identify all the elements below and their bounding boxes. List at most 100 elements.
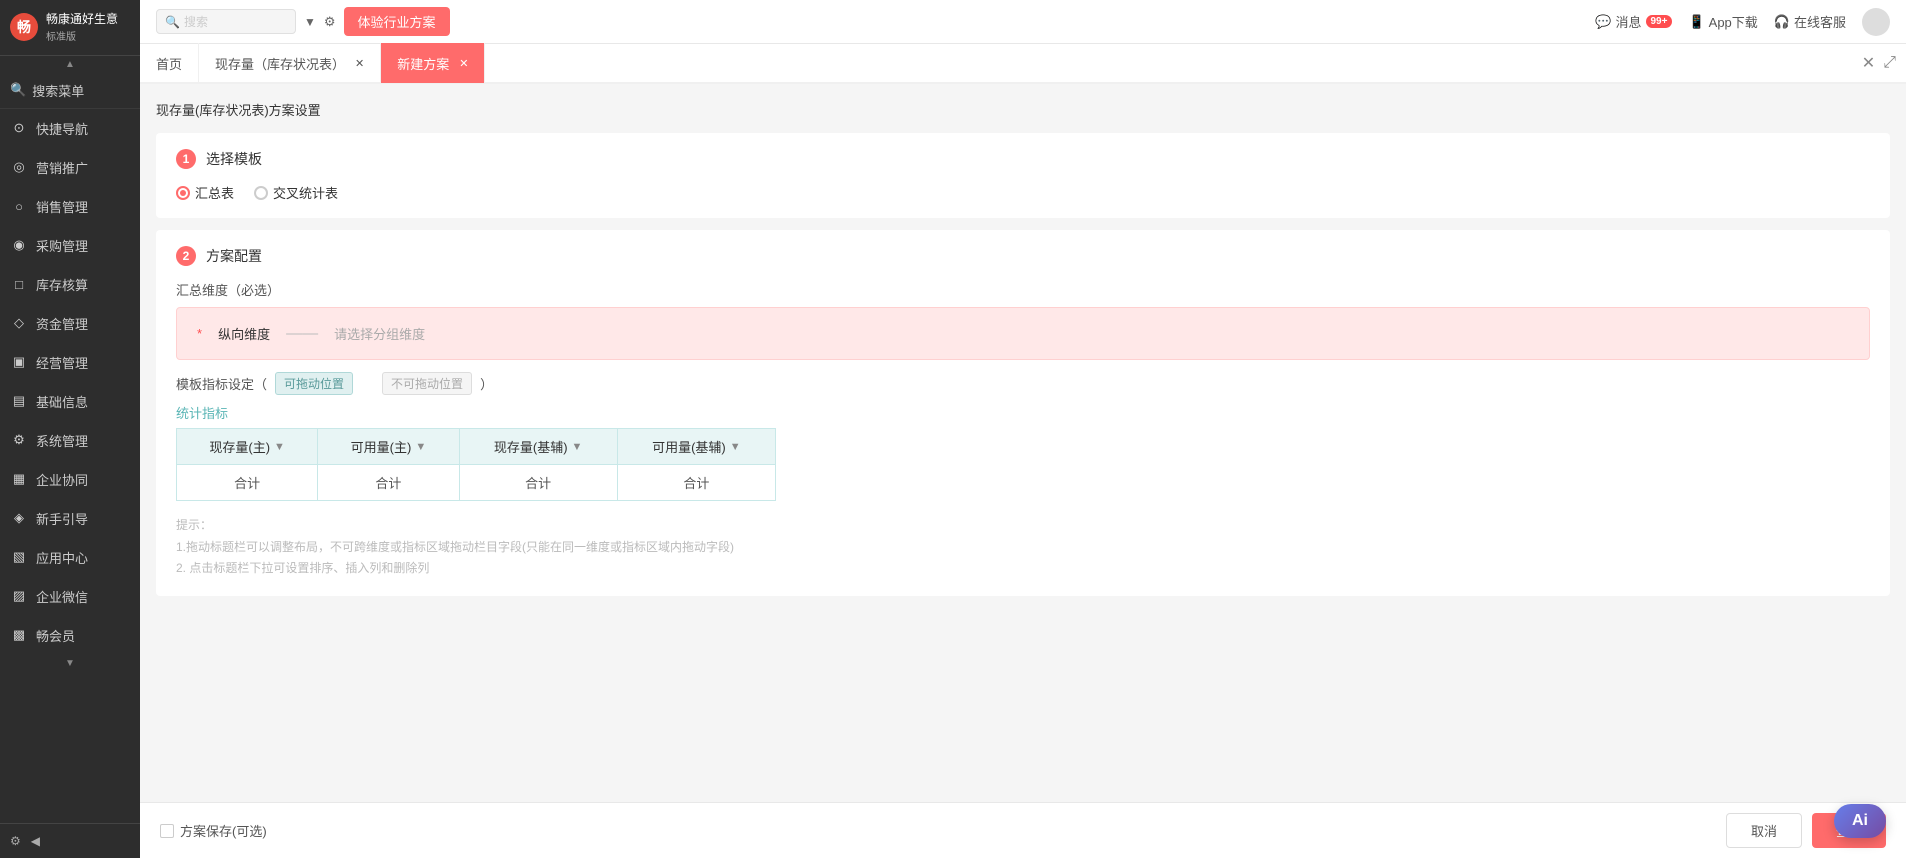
save-label: 方案保存(可选) (180, 821, 267, 840)
col-0-arrow[interactable]: ▼ (274, 441, 285, 453)
system-icon: ⚙ (10, 431, 28, 449)
tab-new-plan-close[interactable]: ✕ (459, 57, 468, 70)
step1-header: 1 选择模板 (176, 149, 1870, 169)
scroll-down[interactable]: ▼ (0, 655, 140, 672)
indicator-separator (361, 374, 374, 393)
save-option[interactable]: 方案保存(可选) (160, 821, 267, 840)
col-2-arrow[interactable]: ▼ (572, 441, 583, 453)
tab-home[interactable]: 首页 (140, 43, 199, 83)
tab-new-plan[interactable]: 新建方案 ✕ (381, 43, 485, 83)
app-download-button[interactable]: 📱 App下载 (1688, 12, 1757, 31)
radio-summary[interactable]: 汇总表 (176, 183, 234, 202)
sidebar-item-finance[interactable]: ◇ 资金管理 (0, 304, 140, 343)
message-badge: 99+ (1646, 15, 1673, 28)
sidebar-item-system[interactable]: ⚙ 系统管理 (0, 421, 140, 460)
message-button[interactable]: 💬 消息 99+ (1595, 12, 1672, 31)
wechat-icon: ▨ (10, 587, 28, 605)
search-icon: 🔍 (10, 82, 26, 98)
cell-0: 合计 (177, 465, 318, 501)
sidebar-item-label: 企业微信 (36, 587, 88, 606)
required-mark: * (197, 326, 202, 341)
sidebar-item-label: 企业协同 (36, 470, 88, 489)
col-header-1[interactable]: 可用量(主) ▼ (318, 429, 459, 465)
sidebar-item-label: 新手引导 (36, 509, 88, 528)
sidebar-item-purchase[interactable]: ◉ 采购管理 (0, 226, 140, 265)
dimension-label: 汇总维度（必选） (176, 280, 1870, 299)
message-icon: 💬 (1595, 14, 1611, 30)
dimension-placeholder: 请选择分组维度 (334, 324, 425, 343)
cell-2: 合计 (459, 465, 617, 501)
service-icon: 🎧 (1774, 14, 1790, 30)
col-header-3[interactable]: 可用量(基辅) ▼ (617, 429, 775, 465)
sidebar-item-quick-nav[interactable]: ⊙ 快捷导航 (0, 109, 140, 148)
sidebar-item-guide[interactable]: ◈ 新手引导 (0, 499, 140, 538)
topbar-left: 🔍 搜索 ▼ ⚙ 体验行业方案 (156, 7, 1585, 36)
base-info-icon: ▤ (10, 392, 28, 410)
app-icon: 📱 (1688, 14, 1704, 30)
save-checkbox[interactable] (160, 824, 174, 838)
sidebar-item-wechat[interactable]: ▨ 企业微信 (0, 577, 140, 616)
online-service-button[interactable]: 🎧 在线客服 (1774, 12, 1846, 31)
radio-summary-dot (176, 186, 190, 200)
col-header-0[interactable]: 现存量(主) ▼ (177, 429, 318, 465)
sales-icon: ○ (10, 197, 28, 215)
step1-title: 选择模板 (206, 149, 262, 169)
radio-cross[interactable]: 交叉统计表 (254, 183, 338, 202)
sidebar-item-marketing[interactable]: ◎ 营销推广 (0, 148, 140, 187)
indicator-suffix: ） (480, 374, 493, 393)
logo-name: 畅康通好生意 (46, 12, 118, 28)
sidebar-item-label: 经营管理 (36, 353, 88, 372)
col-1-arrow[interactable]: ▼ (415, 441, 426, 453)
sidebar-item-label: 营销推广 (36, 158, 88, 177)
topbar-search-text: 搜索 (184, 13, 208, 30)
sidebar-item-base-info[interactable]: ▤ 基础信息 (0, 382, 140, 421)
sidebar-item-member[interactable]: ▩ 畅会员 (0, 616, 140, 655)
tab-close-action[interactable]: ✕ (1862, 53, 1875, 73)
topbar-search-icon: 🔍 (165, 15, 180, 29)
sidebar-item-sales[interactable]: ○ 销售管理 (0, 187, 140, 226)
sidebar: 畅 畅康通好生意 标准版 ▲ 🔍 搜索菜单 ⊙ 快捷导航 ◎ 营销推广 ○ 销售… (0, 0, 140, 858)
tab-inventory-status[interactable]: 现存量（库存状况表） ✕ (199, 43, 381, 83)
page-title: 现存量(库存状况表)方案设置 (156, 100, 1890, 119)
dimension-name: 纵向维度 (218, 324, 270, 343)
sidebar-item-inventory[interactable]: □ 库存核算 (0, 265, 140, 304)
logo-icon: 畅 (10, 13, 38, 41)
step2-badge: 2 (176, 246, 196, 266)
topbar-search[interactable]: 🔍 搜索 (156, 9, 296, 34)
topbar-dropdown[interactable]: ▼ (304, 15, 316, 29)
purchase-icon: ◉ (10, 236, 28, 254)
industry-plan-button[interactable]: 体验行业方案 (344, 7, 450, 36)
tab-new-plan-label: 新建方案 (397, 54, 449, 73)
search-menu[interactable]: 🔍 搜索菜单 (0, 73, 140, 109)
stats-title: 统计指标 (176, 403, 1870, 422)
sidebar-item-label: 采购管理 (36, 236, 88, 255)
tips-section: 提示： 1.拖动标题栏可以调整布局，不可跨维度或指标区域拖动栏目字段(只能在同一… (176, 515, 1870, 580)
dimension-box[interactable]: * 纵向维度 —— 请选择分组维度 (176, 307, 1870, 360)
scroll-up[interactable]: ▲ (0, 56, 140, 73)
col-header-2[interactable]: 现存量(基辅) ▼ (459, 429, 617, 465)
sidebar-item-label: 销售管理 (36, 197, 88, 216)
sidebar-item-label: 畅会员 (36, 626, 75, 645)
col-3-arrow[interactable]: ▼ (730, 441, 741, 453)
cancel-button[interactable]: 取消 (1726, 813, 1802, 848)
radio-summary-label: 汇总表 (195, 183, 234, 202)
member-icon: ▩ (10, 626, 28, 644)
sidebar-item-enterprise[interactable]: ▦ 企业协同 (0, 460, 140, 499)
settings-button[interactable]: ⚙ (10, 834, 21, 848)
non-draggable-tag: 不可拖动位置 (382, 372, 472, 395)
sidebar-item-operations[interactable]: ▣ 经营管理 (0, 343, 140, 382)
sidebar-item-app-center[interactable]: ▧ 应用中心 (0, 538, 140, 577)
step2-title: 方案配置 (206, 246, 262, 266)
radio-cross-label: 交叉统计表 (273, 183, 338, 202)
tab-home-label: 首页 (156, 54, 182, 73)
service-label: 在线客服 (1794, 12, 1846, 31)
app-center-icon: ▧ (10, 548, 28, 566)
topbar-gear-icon[interactable]: ⚙ (324, 14, 336, 30)
collapse-button[interactable]: ◀ (31, 834, 40, 848)
tab-inventory-close[interactable]: ✕ (355, 57, 364, 70)
user-avatar[interactable] (1862, 8, 1890, 36)
ai-fab-button[interactable]: Ai (1834, 804, 1886, 838)
sidebar-item-label: 基础信息 (36, 392, 88, 411)
sidebar-item-label: 快捷导航 (36, 119, 88, 138)
tab-expand-action[interactable]: ⤢ (1883, 54, 1896, 72)
